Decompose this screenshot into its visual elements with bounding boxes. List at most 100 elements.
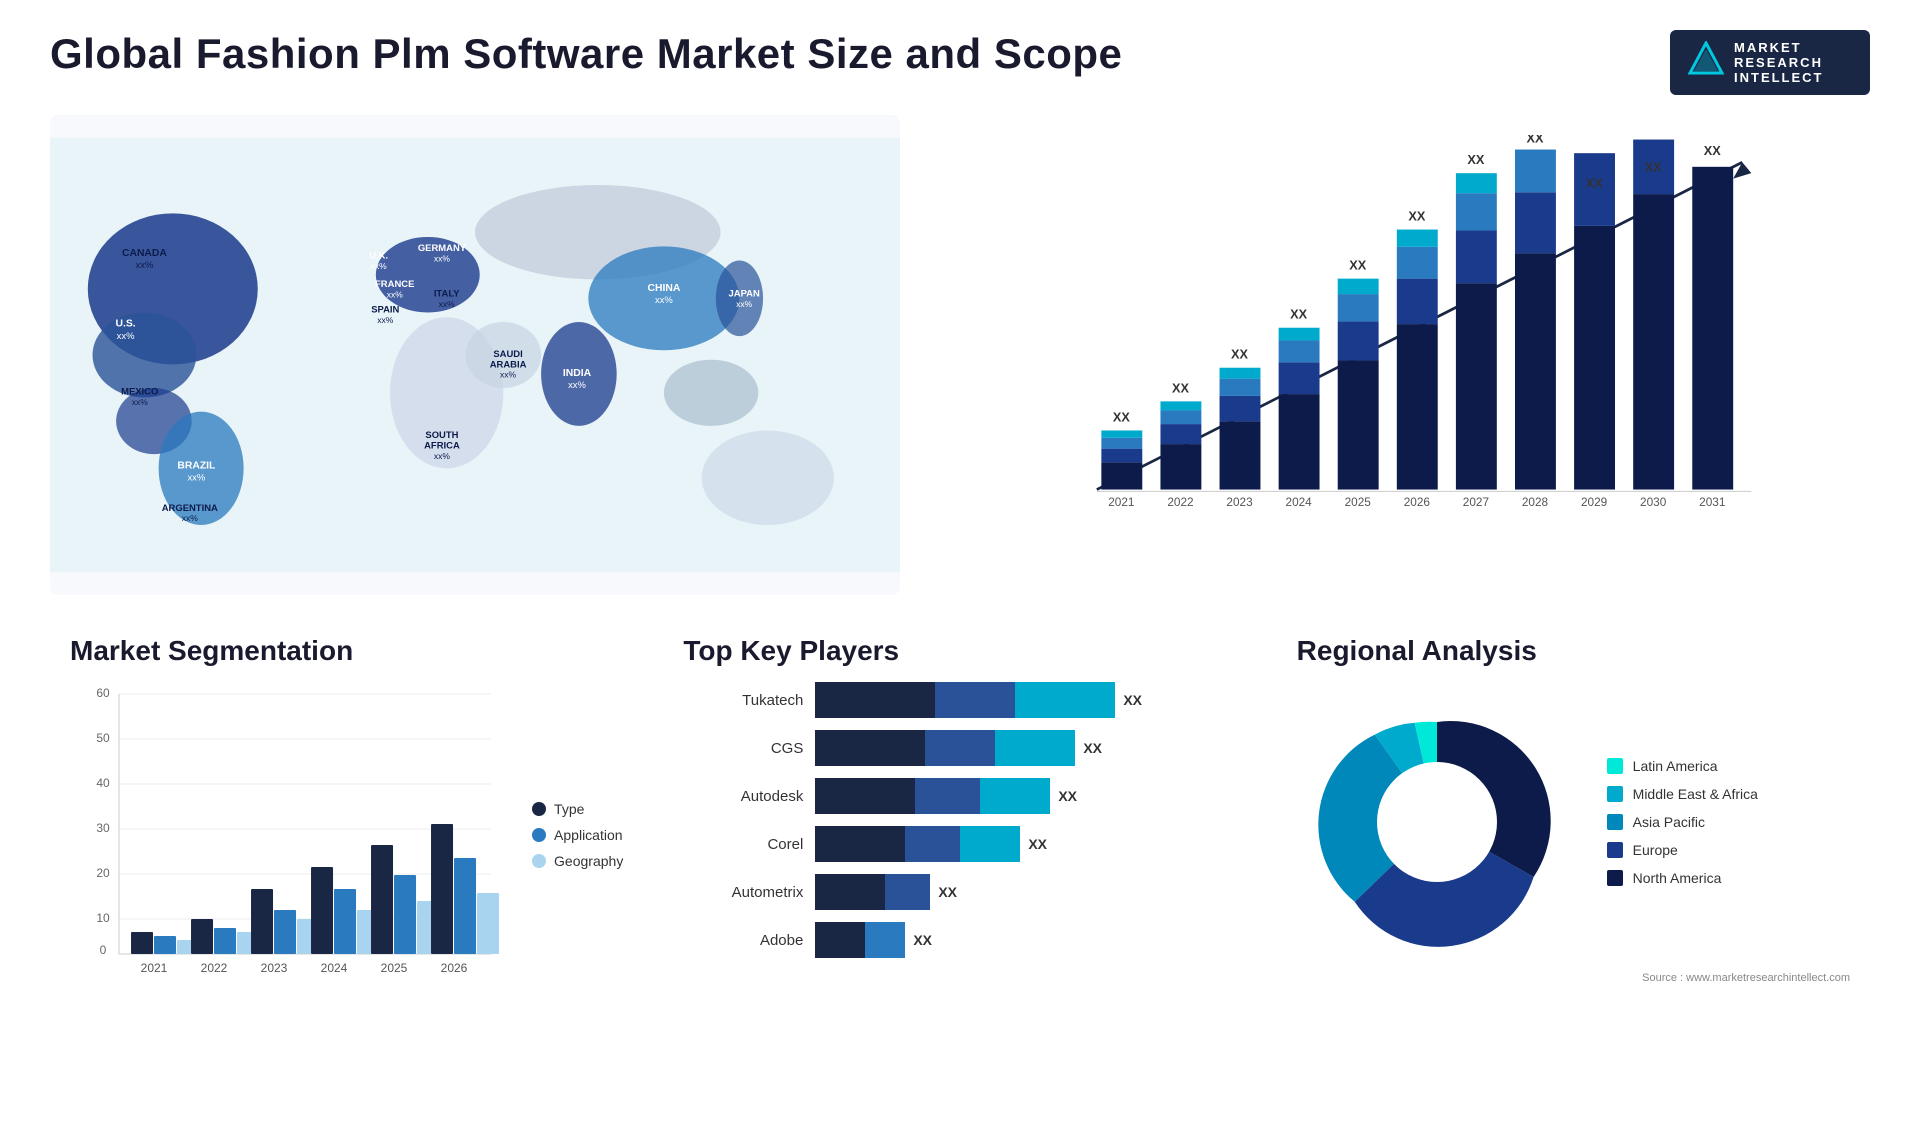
page: Global Fashion Plm Software Market Size … xyxy=(0,0,1920,1146)
segmentation-content: 60 50 40 30 20 10 0 xyxy=(70,682,623,987)
player-bar-container: XX xyxy=(815,922,1236,958)
bottom-row: Market Segmentation 60 50 40 30 20 10 0 xyxy=(50,625,1870,1055)
svg-text:2025: 2025 xyxy=(1345,495,1372,509)
svg-text:2026: 2026 xyxy=(1404,495,1431,509)
svg-text:2024: 2024 xyxy=(1286,495,1313,509)
segmentation-section: Market Segmentation 60 50 40 30 20 10 0 xyxy=(50,625,643,1055)
svg-text:xx%: xx% xyxy=(439,299,456,309)
svg-text:INDIA: INDIA xyxy=(563,368,592,379)
svg-text:XX: XX xyxy=(1290,307,1307,322)
legend-color-latin-america xyxy=(1607,758,1623,774)
player-name: CGS xyxy=(683,740,803,757)
svg-text:xx%: xx% xyxy=(387,289,404,299)
seg-chart-wrapper: 60 50 40 30 20 10 0 xyxy=(70,682,512,987)
svg-text:2021: 2021 xyxy=(141,961,168,975)
svg-text:ARABIA: ARABIA xyxy=(490,359,527,370)
legend-dot-geo xyxy=(532,854,546,868)
svg-text:ITALY: ITALY xyxy=(434,288,460,299)
svg-text:10: 10 xyxy=(96,911,110,925)
legend-color-apac xyxy=(1607,814,1623,830)
svg-text:xx%: xx% xyxy=(132,397,149,407)
player-name: Tukatech xyxy=(683,692,803,709)
player-bar-container: XX xyxy=(815,874,1236,910)
svg-text:30: 30 xyxy=(96,821,110,835)
player-name: Autodesk xyxy=(683,788,803,805)
svg-text:2029: 2029 xyxy=(1581,495,1607,509)
legend-color-north-america xyxy=(1607,870,1623,886)
svg-text:XX: XX xyxy=(1231,347,1248,362)
donut-chart xyxy=(1297,682,1577,962)
svg-text:xx%: xx% xyxy=(371,261,388,271)
player-row: Autodesk XX xyxy=(683,778,1236,814)
player-bar xyxy=(815,874,930,910)
legend-dot-type xyxy=(532,802,546,816)
legend-dot-app xyxy=(532,828,546,842)
svg-text:xx%: xx% xyxy=(434,451,451,461)
segmentation-title: Market Segmentation xyxy=(70,635,623,667)
bar-chart-section: XX XX XX XX xyxy=(930,115,1870,595)
svg-text:SPAIN: SPAIN xyxy=(371,305,399,316)
svg-text:60: 60 xyxy=(96,686,110,700)
svg-text:GERMANY: GERMANY xyxy=(418,243,467,254)
source-text: Source : www.marketresearchintellect.com xyxy=(1297,972,1850,984)
svg-text:CHINA: CHINA xyxy=(647,283,680,294)
player-bar xyxy=(815,826,1020,862)
svg-text:xx%: xx% xyxy=(117,331,135,342)
player-row: CGS XX xyxy=(683,730,1236,766)
svg-text:2031: 2031 xyxy=(1699,495,1725,509)
legend-middle-east-africa: Middle East & Africa xyxy=(1607,786,1758,802)
donut-svg xyxy=(1297,682,1577,962)
svg-text:2024: 2024 xyxy=(321,961,348,975)
svg-text:SAUDI: SAUDI xyxy=(493,349,522,360)
svg-text:0: 0 xyxy=(100,943,107,957)
svg-text:2022: 2022 xyxy=(1167,495,1193,509)
regional-content: Latin America Middle East & Africa Asia … xyxy=(1297,682,1850,962)
svg-text:xx%: xx% xyxy=(736,299,753,309)
svg-text:2028: 2028 xyxy=(1522,495,1549,509)
players-list: Tukatech XX CGS xyxy=(683,682,1236,958)
player-row: Tukatech XX xyxy=(683,682,1236,718)
player-row: Adobe XX xyxy=(683,922,1236,958)
player-row: Corel XX xyxy=(683,826,1236,862)
svg-text:xx%: xx% xyxy=(136,260,154,271)
svg-text:2030: 2030 xyxy=(1640,495,1667,509)
svg-text:xx%: xx% xyxy=(187,473,205,484)
player-row: Autometrix XX xyxy=(683,874,1236,910)
svg-text:xx%: xx% xyxy=(434,254,451,264)
seg-legend: Type Application Geography xyxy=(532,682,623,987)
players-section: Top Key Players Tukatech XX CGS xyxy=(663,625,1256,1055)
svg-text:20: 20 xyxy=(96,866,110,880)
svg-text:BRAZIL: BRAZIL xyxy=(177,460,216,471)
svg-text:xx%: xx% xyxy=(182,513,199,523)
legend-type: Type xyxy=(532,801,623,817)
player-name: Autometrix xyxy=(683,884,803,901)
player-name: Corel xyxy=(683,836,803,853)
svg-text:XX: XX xyxy=(1113,409,1130,424)
segmentation-svg: 60 50 40 30 20 10 0 xyxy=(70,682,512,982)
svg-text:XX: XX xyxy=(1467,152,1484,167)
svg-text:2023: 2023 xyxy=(1226,495,1253,509)
player-bar xyxy=(815,682,1115,718)
svg-text:XX: XX xyxy=(1349,258,1366,273)
svg-text:XX: XX xyxy=(1408,208,1425,223)
svg-text:XX: XX xyxy=(1172,380,1189,395)
svg-text:JAPAN: JAPAN xyxy=(729,288,760,299)
svg-text:xx%: xx% xyxy=(568,380,586,391)
player-name: Adobe xyxy=(683,932,803,949)
regional-title: Regional Analysis xyxy=(1297,635,1850,667)
svg-text:xx%: xx% xyxy=(377,315,393,325)
player-bar-container: XX xyxy=(815,730,1236,766)
legend-asia-pacific: Asia Pacific xyxy=(1607,814,1758,830)
svg-text:2026: 2026 xyxy=(441,961,468,975)
top-row: CANADA xx% U.S. xx% MEXICO xx% BRAZIL xx… xyxy=(50,115,1870,595)
svg-text:XX: XX xyxy=(1527,135,1544,145)
svg-text:FRANCE: FRANCE xyxy=(375,279,414,290)
player-bar-container: XX xyxy=(815,682,1236,718)
svg-text:AFRICA: AFRICA xyxy=(424,440,460,451)
header: Global Fashion Plm Software Market Size … xyxy=(50,30,1870,95)
svg-text:U.K.: U.K. xyxy=(369,251,388,262)
svg-text:2027: 2027 xyxy=(1463,495,1489,509)
player-bar xyxy=(815,730,1075,766)
logo: MARKET RESEARCH INTELLECT xyxy=(1670,30,1870,95)
svg-text:SOUTH: SOUTH xyxy=(425,430,458,441)
